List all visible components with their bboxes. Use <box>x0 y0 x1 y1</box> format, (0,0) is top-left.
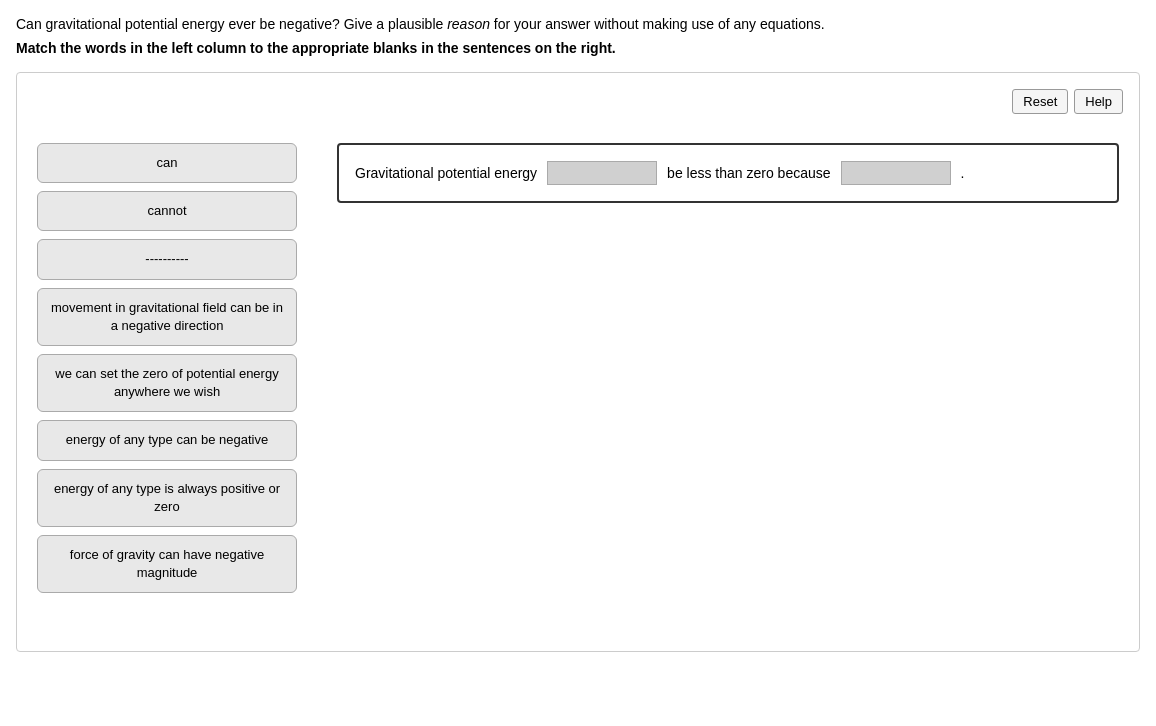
word-card-separator[interactable]: ---------- <box>37 239 297 279</box>
reset-button[interactable]: Reset <box>1012 89 1068 114</box>
question-text: Can gravitational potential energy ever … <box>16 16 1140 32</box>
sentence-1: Gravitational potential energy be less t… <box>337 143 1119 203</box>
word-card-energy-negative[interactable]: energy of any type can be negative <box>37 420 297 460</box>
content-area: can cannot ---------- movement in gravitati… <box>37 143 1119 593</box>
right-column: Gravitational potential energy be less t… <box>337 143 1119 593</box>
drop-blank-2[interactable] <box>841 161 951 185</box>
drop-blank-1[interactable] <box>547 161 657 185</box>
sentence-after: . <box>961 165 965 181</box>
word-card-cannot[interactable]: cannot <box>37 191 297 231</box>
word-card-movement[interactable]: movement in gravitational field can be i… <box>37 288 297 346</box>
action-buttons: Reset Help <box>1012 89 1123 114</box>
match-container: Reset Help can cannot ---------- movement i… <box>16 72 1140 652</box>
word-card-can[interactable]: can <box>37 143 297 183</box>
word-card-energy-positive[interactable]: energy of any type is always positive or… <box>37 469 297 527</box>
word-card-zero-potential[interactable]: we can set the zero of potential energy … <box>37 354 297 412</box>
sentence-before: Gravitational potential energy <box>355 165 537 181</box>
instruction-text: Match the words in the left column to th… <box>16 40 1140 56</box>
help-button[interactable]: Help <box>1074 89 1123 114</box>
left-column: can cannot ---------- movement in gravitati… <box>37 143 297 593</box>
sentence-middle: be less than zero because <box>667 165 830 181</box>
word-card-gravity-negative[interactable]: force of gravity can have negative magni… <box>37 535 297 593</box>
